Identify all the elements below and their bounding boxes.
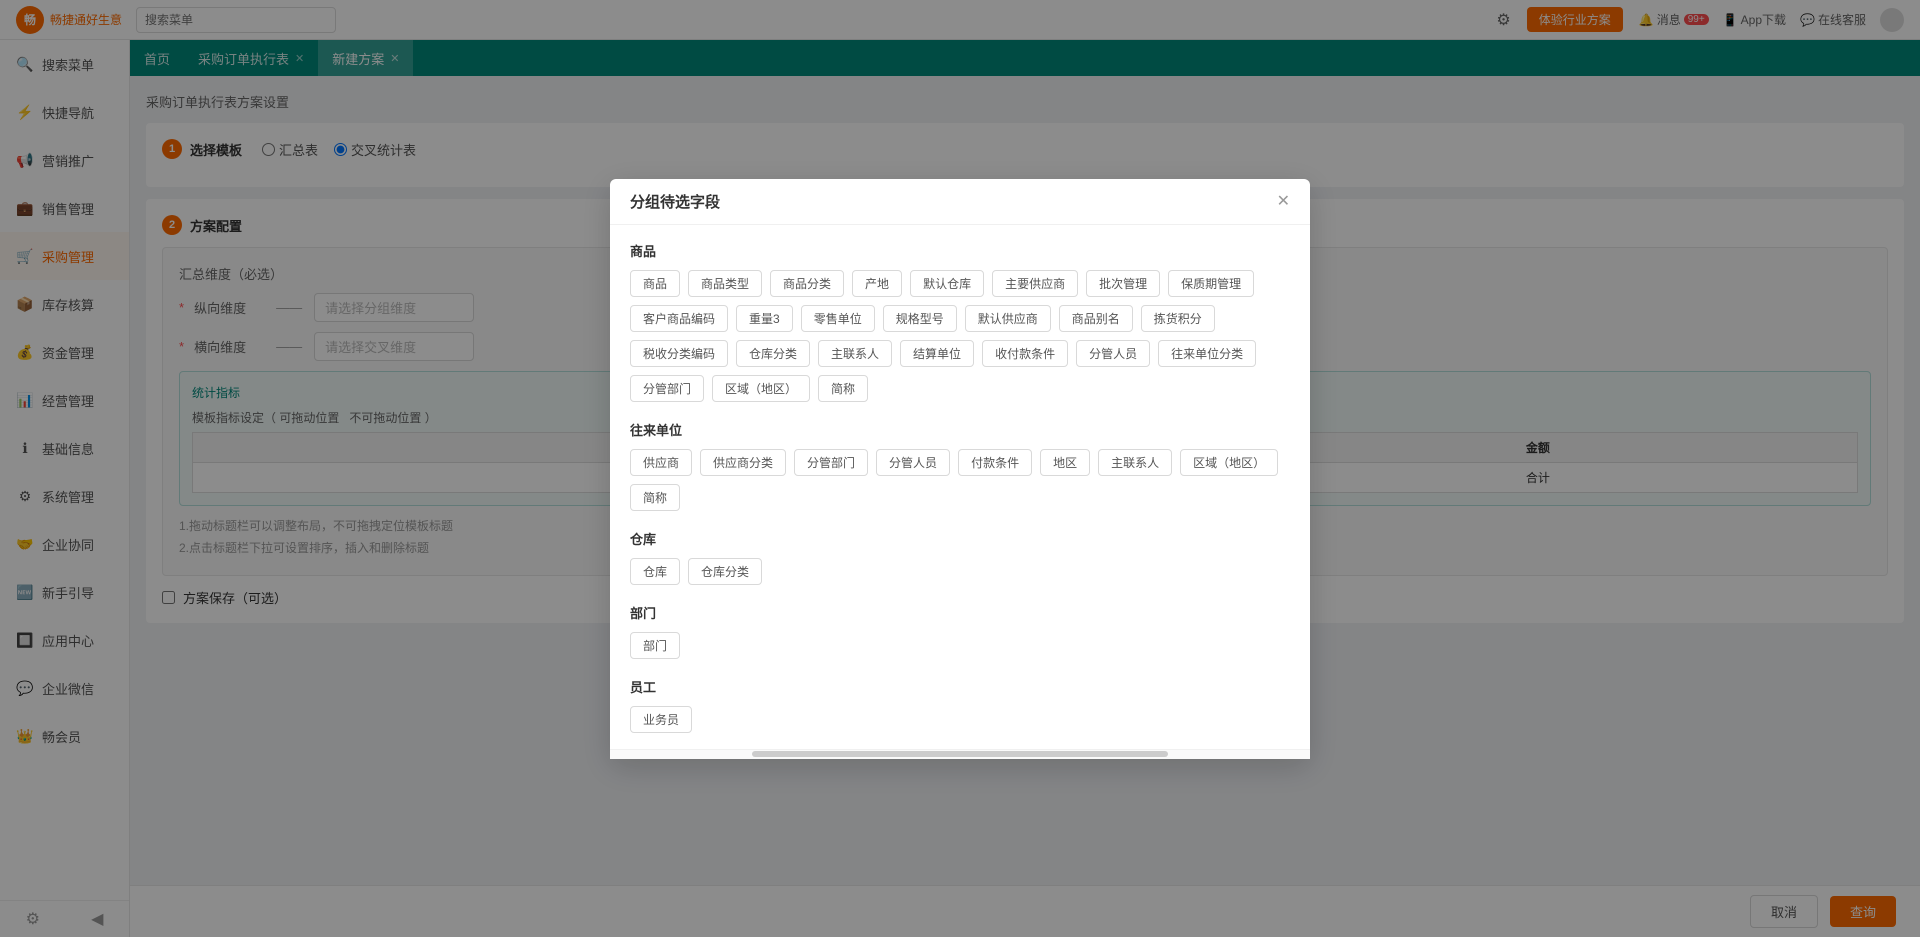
field-tag[interactable]: 部门 bbox=[630, 632, 680, 659]
field-tag[interactable]: 产地 bbox=[852, 270, 902, 297]
field-tag[interactable]: 业务员 bbox=[630, 706, 692, 733]
field-tag[interactable]: 主要供应商 bbox=[992, 270, 1078, 297]
field-tag[interactable]: 分管人员 bbox=[1076, 340, 1150, 367]
section-employee-title: 员工 bbox=[630, 677, 1290, 696]
modal-horizontal-scrollbar[interactable] bbox=[610, 749, 1310, 759]
modal: 分组待选字段 ✕ 商品 商品 商品类型 商品分类 产地 默认仓库 主要供应商 批… bbox=[610, 179, 1310, 759]
modal-body: 商品 商品 商品类型 商品分类 产地 默认仓库 主要供应商 批次管理 保质期管理… bbox=[610, 225, 1310, 749]
field-tag[interactable]: 客户商品编码 bbox=[630, 305, 728, 332]
section-product-title: 商品 bbox=[630, 241, 1290, 260]
section-dept-title: 部门 bbox=[630, 603, 1290, 622]
field-tag[interactable]: 分管部门 bbox=[630, 375, 704, 402]
section-warehouse: 仓库 仓库 仓库分类 bbox=[630, 529, 1290, 585]
field-tag[interactable]: 拣货积分 bbox=[1141, 305, 1215, 332]
section-partner: 往来单位 供应商 供应商分类 分管部门 分管人员 付款条件 地区 主联系人 区域… bbox=[630, 420, 1290, 511]
modal-overlay[interactable]: 分组待选字段 ✕ 商品 商品 商品类型 商品分类 产地 默认仓库 主要供应商 批… bbox=[0, 0, 1920, 937]
field-tag[interactable]: 商品 bbox=[630, 270, 680, 297]
field-tag[interactable]: 规格型号 bbox=[883, 305, 957, 332]
field-tag[interactable]: 商品分类 bbox=[770, 270, 844, 297]
section-product: 商品 商品 商品类型 商品分类 产地 默认仓库 主要供应商 批次管理 保质期管理… bbox=[630, 241, 1290, 402]
field-tag[interactable]: 往来单位分类 bbox=[1158, 340, 1256, 367]
modal-title: 分组待选字段 bbox=[630, 191, 720, 212]
section-partner-title: 往来单位 bbox=[630, 420, 1290, 439]
field-tag[interactable]: 默认供应商 bbox=[965, 305, 1051, 332]
field-tag[interactable]: 保质期管理 bbox=[1168, 270, 1254, 297]
field-tag[interactable]: 默认仓库 bbox=[910, 270, 984, 297]
partner-field-tags: 供应商 供应商分类 分管部门 分管人员 付款条件 地区 主联系人 区域（地区） … bbox=[630, 449, 1290, 511]
section-employee: 员工 业务员 bbox=[630, 677, 1290, 733]
field-tag[interactable]: 批次管理 bbox=[1086, 270, 1160, 297]
field-tag[interactable]: 供应商分类 bbox=[700, 449, 786, 476]
field-tag[interactable]: 分管部门 bbox=[794, 449, 868, 476]
field-tag[interactable]: 主联系人 bbox=[1098, 449, 1172, 476]
field-tag[interactable]: 税收分类编码 bbox=[630, 340, 728, 367]
field-tag[interactable]: 结算单位 bbox=[900, 340, 974, 367]
field-tag[interactable]: 区域（地区） bbox=[712, 375, 810, 402]
field-tag[interactable]: 仓库分类 bbox=[736, 340, 810, 367]
employee-field-tags: 业务员 bbox=[630, 706, 1290, 733]
modal-hscroll-thumb[interactable] bbox=[752, 751, 1167, 757]
field-tag[interactable]: 收付款条件 bbox=[982, 340, 1068, 367]
field-tag[interactable]: 重量3 bbox=[736, 305, 793, 332]
modal-header: 分组待选字段 ✕ bbox=[610, 179, 1310, 225]
field-tag[interactable]: 简称 bbox=[818, 375, 868, 402]
field-tag[interactable]: 主联系人 bbox=[818, 340, 892, 367]
field-tag[interactable]: 商品类型 bbox=[688, 270, 762, 297]
field-tag[interactable]: 地区 bbox=[1040, 449, 1090, 476]
field-tag[interactable]: 付款条件 bbox=[958, 449, 1032, 476]
dept-field-tags: 部门 bbox=[630, 632, 1290, 659]
modal-close-button[interactable]: ✕ bbox=[1277, 191, 1290, 211]
field-tag[interactable]: 仓库分类 bbox=[688, 558, 762, 585]
field-tag[interactable]: 供应商 bbox=[630, 449, 692, 476]
product-field-tags: 商品 商品类型 商品分类 产地 默认仓库 主要供应商 批次管理 保质期管理 客户… bbox=[630, 270, 1290, 402]
field-tag[interactable]: 区域（地区） bbox=[1180, 449, 1278, 476]
warehouse-field-tags: 仓库 仓库分类 bbox=[630, 558, 1290, 585]
field-tag[interactable]: 商品别名 bbox=[1059, 305, 1133, 332]
field-tag[interactable]: 仓库 bbox=[630, 558, 680, 585]
field-tag[interactable]: 分管人员 bbox=[876, 449, 950, 476]
section-dept: 部门 部门 bbox=[630, 603, 1290, 659]
field-tag[interactable]: 简称 bbox=[630, 484, 680, 511]
section-warehouse-title: 仓库 bbox=[630, 529, 1290, 548]
field-tag[interactable]: 零售单位 bbox=[801, 305, 875, 332]
